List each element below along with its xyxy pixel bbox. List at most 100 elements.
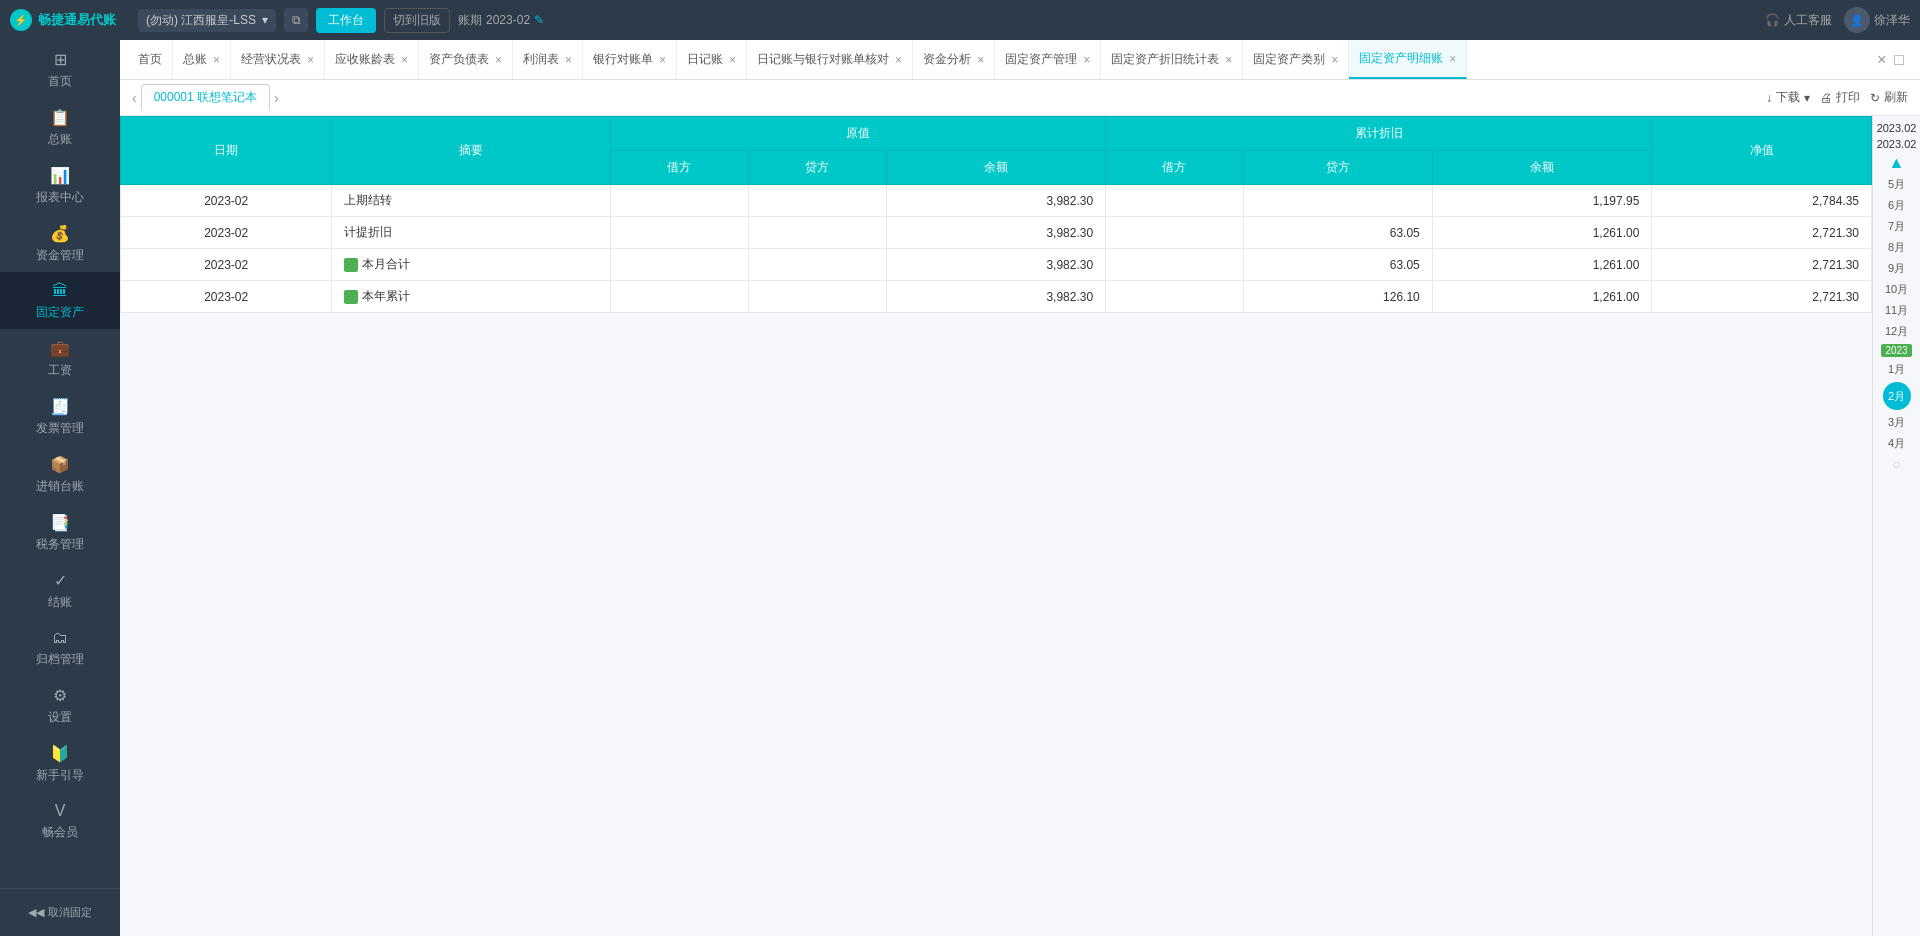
maximize-button[interactable]: □ bbox=[1894, 51, 1904, 69]
download-label: 下载 bbox=[1776, 89, 1800, 106]
sidebar-item-reports[interactable]: 📊 报表中心 bbox=[0, 156, 120, 214]
tab-fa-depreciation[interactable]: 固定资产折旧统计表 × bbox=[1101, 40, 1243, 79]
refresh-icon: ↻ bbox=[1870, 91, 1880, 105]
sidebar-item-closing[interactable]: ✓ 结账 bbox=[0, 561, 120, 619]
tab-close-receivable[interactable]: × bbox=[401, 53, 408, 67]
cell-net-value: 2,721.30 bbox=[1652, 249, 1872, 281]
sidebar-label-closing: 结账 bbox=[48, 594, 72, 611]
cell-net-value: 2,784.35 bbox=[1652, 185, 1872, 217]
timeline-month-1[interactable]: 1月 bbox=[1873, 359, 1920, 380]
tab-bar: 首页 总账 × 经营状况表 × 应收账龄表 × 资产负债表 × 利润表 × bbox=[120, 40, 1920, 80]
tab-close-journal[interactable]: × bbox=[729, 53, 736, 67]
header-right: 🎧 人工客服 👤 徐泽华 bbox=[1765, 7, 1910, 33]
tab-journal[interactable]: 日记账 × bbox=[677, 40, 747, 79]
tab-label-home: 首页 bbox=[138, 51, 162, 68]
sidebar-item-salary[interactable]: 💼 工资 bbox=[0, 329, 120, 387]
sidebar-item-home[interactable]: ⊞ 首页 bbox=[0, 40, 120, 98]
customer-service-button[interactable]: 🎧 人工客服 bbox=[1765, 12, 1832, 29]
tag-green-icon bbox=[344, 290, 358, 304]
print-button[interactable]: 🖨 打印 bbox=[1820, 89, 1860, 106]
tab-balance-sheet[interactable]: 资产负债表 × bbox=[419, 40, 513, 79]
sidebar-item-settings[interactable]: ⚙ 设置 bbox=[0, 676, 120, 734]
user-profile[interactable]: 👤 徐泽华 bbox=[1844, 7, 1910, 33]
sub-nav-item-label: 000001 联想笔记本 bbox=[154, 89, 257, 106]
tab-operation[interactable]: 经营状况表 × bbox=[231, 40, 325, 79]
col-header-description: 摘要 bbox=[332, 117, 611, 185]
nav-arrow-left[interactable]: ‹ bbox=[132, 90, 137, 106]
timeline-scroll-down[interactable]: ○ bbox=[1890, 454, 1902, 474]
tab-fund-analysis[interactable]: 资金分析 × bbox=[913, 40, 995, 79]
sidebar-item-purchase-sales[interactable]: 📦 进销台账 bbox=[0, 445, 120, 503]
sidebar-label-archive: 归档管理 bbox=[36, 651, 84, 668]
timeline-month-2-active[interactable]: 2月 bbox=[1883, 382, 1911, 410]
sidebar-item-funds[interactable]: 💰 资金管理 bbox=[0, 214, 120, 272]
timeline-month-8[interactable]: 8月 bbox=[1873, 237, 1920, 258]
tab-bank-statement[interactable]: 银行对账单 × bbox=[583, 40, 677, 79]
cell-date: 2023-02 bbox=[121, 185, 332, 217]
tab-fa-detail[interactable]: 固定资产明细账 × bbox=[1349, 40, 1467, 79]
table-wrapper: 日期 摘要 原值 累计折旧 净值 借方 贷方 余额 借方 贷方 余额 bbox=[120, 116, 1872, 936]
copy-button[interactable]: ⧉ bbox=[284, 8, 308, 32]
sidebar-item-tax[interactable]: 📑 税务管理 bbox=[0, 503, 120, 561]
tab-close-fa-depreciation[interactable]: × bbox=[1225, 53, 1232, 67]
switch-version-button[interactable]: 切到旧版 bbox=[384, 8, 450, 33]
company-selector[interactable]: (勿动) 江西服皇-LSS ▾ bbox=[138, 9, 276, 32]
tab-close-fa-category[interactable]: × bbox=[1331, 53, 1338, 67]
timeline-month-11[interactable]: 11月 bbox=[1873, 300, 1920, 321]
tab-close-operation[interactable]: × bbox=[307, 53, 314, 67]
timeline-month-12[interactable]: 12月 bbox=[1873, 321, 1920, 342]
tab-label-profit: 利润表 bbox=[523, 51, 559, 68]
nav-arrow-right[interactable]: › bbox=[274, 90, 279, 106]
timeline-month-5[interactable]: 5月 bbox=[1873, 174, 1920, 195]
tab-reconciliation[interactable]: 日记账与银行对账单核对 × bbox=[747, 40, 913, 79]
avatar: 👤 bbox=[1844, 7, 1870, 33]
cell-description: 本月合计 bbox=[332, 249, 611, 281]
close-all-tabs-button[interactable]: × bbox=[1877, 51, 1886, 69]
tab-receivable[interactable]: 应收账龄表 × bbox=[325, 40, 419, 79]
tab-close-profit[interactable]: × bbox=[565, 53, 572, 67]
tab-label-fa-depreciation: 固定资产折旧统计表 bbox=[1111, 51, 1219, 68]
sidebar-item-vip[interactable]: V 畅会员 bbox=[0, 792, 120, 849]
tab-close-fa-detail[interactable]: × bbox=[1449, 52, 1456, 66]
unpin-button[interactable]: ◀◀ 取消固定 bbox=[0, 897, 120, 928]
cell-orig-debit bbox=[611, 281, 749, 313]
tab-profit[interactable]: 利润表 × bbox=[513, 40, 583, 79]
cell-accum-credit: 63.05 bbox=[1243, 217, 1432, 249]
cell-orig-balance: 3,982.30 bbox=[886, 217, 1106, 249]
sub-nav-tab-item[interactable]: 000001 联想笔记本 bbox=[141, 84, 270, 111]
timeline-month-9[interactable]: 9月 bbox=[1873, 258, 1920, 279]
main-layout: ⊞ 首页 📋 总账 📊 报表中心 💰 资金管理 🏛 固定资产 💼 工资 🧾 发票… bbox=[0, 40, 1920, 936]
tab-fa-management[interactable]: 固定资产管理 × bbox=[995, 40, 1101, 79]
sidebar-item-fixed-assets[interactable]: 🏛 固定资产 bbox=[0, 272, 120, 329]
sidebar-item-archive[interactable]: 🗂 归档管理 bbox=[0, 619, 120, 676]
tab-close-balance-sheet[interactable]: × bbox=[495, 53, 502, 67]
cell-orig-credit bbox=[748, 185, 886, 217]
tab-close-ledger[interactable]: × bbox=[213, 53, 220, 67]
refresh-button[interactable]: ↻ 刷新 bbox=[1870, 89, 1908, 106]
tab-close-reconciliation[interactable]: × bbox=[895, 53, 902, 67]
timeline-month-3[interactable]: 3月 bbox=[1873, 412, 1920, 433]
col-sub-header-accum-balance: 余额 bbox=[1432, 151, 1652, 185]
tab-fa-category[interactable]: 固定资产类别 × bbox=[1243, 40, 1349, 79]
timeline-month-6[interactable]: 6月 bbox=[1873, 195, 1920, 216]
top-header: ⚡ 畅捷通易代账 (勿动) 江西服皇-LSS ▾ ⧉ 工作台 切到旧版 账期 2… bbox=[0, 0, 1920, 40]
col-header-accumulated-depreciation: 累计折旧 bbox=[1106, 117, 1652, 151]
timeline-month-4[interactable]: 4月 bbox=[1873, 433, 1920, 454]
timeline-arrow-up[interactable]: ▲ bbox=[1887, 152, 1907, 174]
tab-close-bank-statement[interactable]: × bbox=[659, 53, 666, 67]
workspace-button[interactable]: 工作台 bbox=[316, 8, 376, 33]
period-edit-icon[interactable]: ✎ bbox=[534, 13, 544, 27]
timeline-month-10[interactable]: 10月 bbox=[1873, 279, 1920, 300]
sidebar-item-guide[interactable]: 🔰 新手引导 bbox=[0, 734, 120, 792]
tab-home[interactable]: 首页 bbox=[128, 40, 173, 79]
tab-ledger[interactable]: 总账 × bbox=[173, 40, 231, 79]
cell-orig-credit bbox=[748, 217, 886, 249]
tab-label-receivable: 应收账龄表 bbox=[335, 51, 395, 68]
cell-description: 上期结转 bbox=[332, 185, 611, 217]
sidebar-item-invoice[interactable]: 🧾 发票管理 bbox=[0, 387, 120, 445]
timeline-month-7[interactable]: 7月 bbox=[1873, 216, 1920, 237]
sidebar-item-ledger[interactable]: 📋 总账 bbox=[0, 98, 120, 156]
download-button[interactable]: ↓ 下载 ▾ bbox=[1766, 89, 1810, 106]
tab-close-fund-analysis[interactable]: × bbox=[977, 53, 984, 67]
tab-close-fa-management[interactable]: × bbox=[1083, 53, 1090, 67]
